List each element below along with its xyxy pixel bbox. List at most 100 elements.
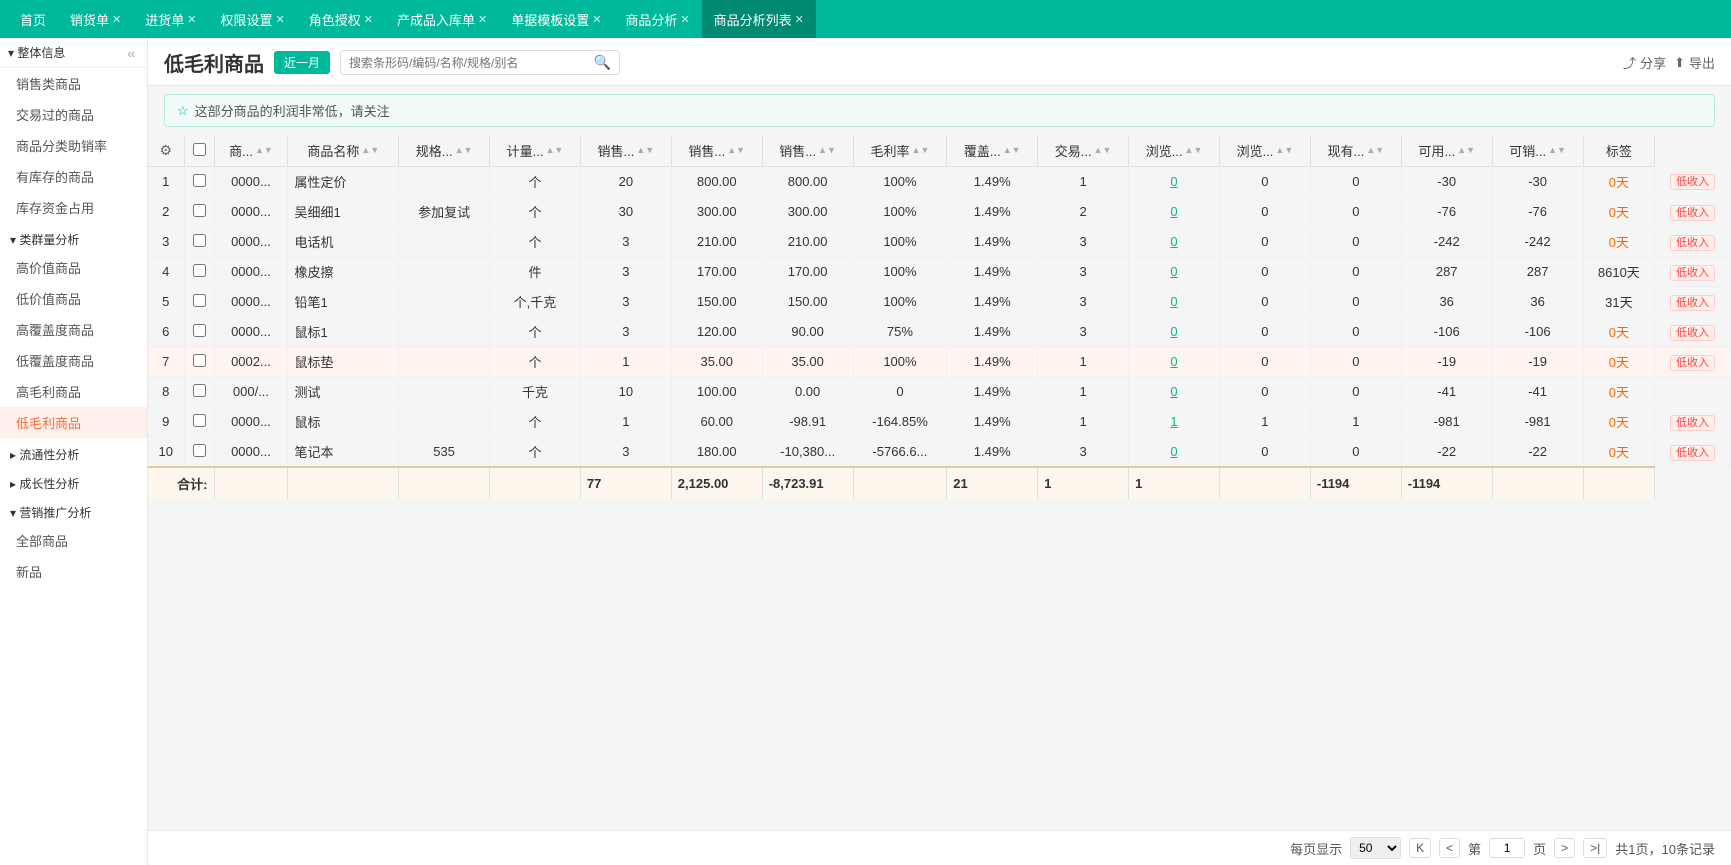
next-page-button[interactable]: >	[1554, 838, 1575, 858]
nav-item-sales[interactable]: 销货单 ✕	[58, 0, 133, 38]
settings-icon[interactable]: ⚙	[159, 142, 172, 158]
nav-item-purchase[interactable]: 进货单 ✕	[133, 0, 208, 38]
row-trade[interactable]: 0	[1129, 347, 1220, 377]
nav-item-home[interactable]: 首页	[8, 0, 58, 38]
sort-icon-coverage[interactable]: ▲▼	[1003, 146, 1021, 155]
search-box[interactable]: 🔍	[340, 50, 620, 75]
search-input[interactable]	[349, 56, 594, 70]
sidebar-item-sales-products[interactable]: 销售类商品	[0, 68, 147, 99]
nav-item-templates[interactable]: 单据模板设置 ✕	[499, 0, 613, 38]
row-trade[interactable]: 0	[1129, 437, 1220, 468]
sort-icon-stock1[interactable]: ▲▼	[1366, 146, 1384, 155]
sidebar-item-high-value[interactable]: 高价值商品	[0, 252, 147, 283]
nav-item-permissions[interactable]: 权限设置 ✕	[208, 0, 296, 38]
row-checkbox[interactable]	[184, 347, 214, 377]
sidebar-item-traded-products[interactable]: 交易过的商品	[0, 99, 147, 130]
nav-item-roles[interactable]: 角色授权 ✕	[297, 0, 385, 38]
row-select-checkbox[interactable]	[193, 354, 206, 367]
nav-close-roles[interactable]: ✕	[364, 13, 373, 26]
sort-icon-stock2[interactable]: ▲▼	[1457, 146, 1475, 155]
sidebar-item-low-coverage[interactable]: 低覆盖度商品	[0, 345, 147, 376]
sidebar-item-low-value[interactable]: 低价值商品	[0, 283, 147, 314]
nav-close-permissions[interactable]: ✕	[276, 13, 285, 26]
row-checkbox[interactable]	[184, 167, 214, 197]
sidebar-item-low-margin[interactable]: 低毛利商品	[0, 407, 147, 438]
trade-link[interactable]: 0	[1170, 444, 1177, 459]
search-icon[interactable]: 🔍	[594, 54, 611, 71]
sort-icon-sales1[interactable]: ▲▼	[636, 146, 654, 155]
trade-link[interactable]: 0	[1170, 174, 1177, 189]
col-checkbox[interactable]	[184, 135, 214, 167]
row-checkbox[interactable]	[184, 407, 214, 437]
trade-link[interactable]: 0	[1170, 204, 1177, 219]
sidebar-group-marketing[interactable]: ▾ 营销推广分析	[0, 496, 147, 525]
row-checkbox[interactable]	[184, 437, 214, 468]
sidebar-group-circulation[interactable]: ▸ 流通性分析	[0, 438, 147, 467]
page-input[interactable]	[1489, 838, 1525, 858]
row-select-checkbox[interactable]	[193, 204, 206, 217]
nav-close-purchase[interactable]: ✕	[187, 13, 196, 26]
row-select-checkbox[interactable]	[193, 174, 206, 187]
row-checkbox[interactable]	[184, 257, 214, 287]
row-checkbox[interactable]	[184, 287, 214, 317]
row-select-checkbox[interactable]	[193, 264, 206, 277]
row-trade[interactable]: 1	[1129, 407, 1220, 437]
trade-link[interactable]: 1	[1170, 414, 1177, 429]
nav-item-products[interactable]: 产成品入库单 ✕	[385, 0, 499, 38]
sidebar-item-in-stock[interactable]: 有库存的商品	[0, 161, 147, 192]
sidebar-collapse-btn[interactable]: «	[123, 45, 139, 61]
sort-icon-name[interactable]: ▲▼	[361, 146, 379, 155]
nav-item-analysis-list[interactable]: 商品分析列表 ✕	[702, 0, 816, 38]
sort-icon-gross[interactable]: ▲▼	[912, 146, 930, 155]
row-select-checkbox[interactable]	[193, 294, 206, 307]
row-select-checkbox[interactable]	[193, 234, 206, 247]
trade-link[interactable]: 0	[1170, 324, 1177, 339]
row-checkbox[interactable]	[184, 227, 214, 257]
select-all-checkbox[interactable]	[193, 143, 206, 156]
row-trade[interactable]: 0	[1129, 167, 1220, 197]
prev-page-button[interactable]: <	[1439, 838, 1460, 858]
trade-link[interactable]: 0	[1170, 294, 1177, 309]
first-page-button[interactable]: K	[1409, 838, 1431, 858]
sort-icon-browse2[interactable]: ▲▼	[1275, 146, 1293, 155]
sort-icon-browse1[interactable]: ▲▼	[1185, 146, 1203, 155]
col-gear[interactable]: ⚙	[148, 135, 184, 167]
row-trade[interactable]: 0	[1129, 317, 1220, 347]
sidebar-group-cluster[interactable]: ▾ 类群量分析	[0, 223, 147, 252]
trade-link[interactable]: 0	[1170, 234, 1177, 249]
row-trade[interactable]: 0	[1129, 197, 1220, 227]
sort-icon-trade[interactable]: ▲▼	[1094, 146, 1112, 155]
sort-icon-code[interactable]: ▲▼	[255, 146, 273, 155]
sidebar-item-category-sales[interactable]: 商品分类助销率	[0, 130, 147, 161]
sidebar-item-high-margin[interactable]: 高毛利商品	[0, 376, 147, 407]
sidebar-group-growth[interactable]: ▸ 成长性分析	[0, 467, 147, 496]
last-page-button[interactable]: >|	[1583, 838, 1607, 858]
sidebar-item-all-products[interactable]: 全部商品	[0, 525, 147, 556]
sort-icon-sales2[interactable]: ▲▼	[727, 146, 745, 155]
nav-close-analysis-list[interactable]: ✕	[795, 13, 804, 26]
export-button[interactable]: ⬆ 导出	[1674, 53, 1715, 72]
sort-icon-sales3[interactable]: ▲▼	[818, 146, 836, 155]
row-trade[interactable]: 0	[1129, 227, 1220, 257]
row-checkbox[interactable]	[184, 317, 214, 347]
nav-close-sales[interactable]: ✕	[112, 13, 121, 26]
page-size-select[interactable]: 50 20 100	[1350, 837, 1401, 859]
row-trade[interactable]: 0	[1129, 377, 1220, 407]
sort-icon-unit[interactable]: ▲▼	[545, 146, 563, 155]
share-button[interactable]: ⤴ 分享	[1623, 53, 1666, 72]
row-checkbox[interactable]	[184, 377, 214, 407]
row-trade[interactable]: 0	[1129, 257, 1220, 287]
row-select-checkbox[interactable]	[193, 414, 206, 427]
sidebar-group-title-overview[interactable]: ▾ 整体信息	[8, 44, 65, 61]
row-select-checkbox[interactable]	[193, 324, 206, 337]
sort-icon-sellable[interactable]: ▲▼	[1548, 146, 1566, 155]
date-filter-button[interactable]: 近一月	[274, 51, 330, 74]
nav-close-templates[interactable]: ✕	[592, 13, 601, 26]
trade-link[interactable]: 0	[1170, 384, 1177, 399]
nav-close-products[interactable]: ✕	[478, 13, 487, 26]
row-trade[interactable]: 0	[1129, 287, 1220, 317]
row-select-checkbox[interactable]	[193, 384, 206, 397]
trade-link[interactable]: 0	[1170, 264, 1177, 279]
nav-item-analysis[interactable]: 商品分析 ✕	[613, 0, 701, 38]
nav-close-analysis[interactable]: ✕	[680, 13, 689, 26]
